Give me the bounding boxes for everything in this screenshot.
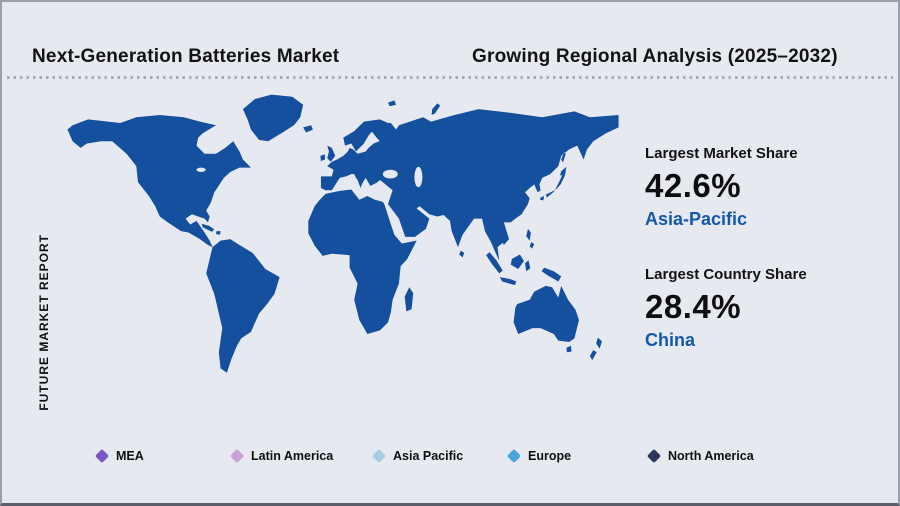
caspian-sea-cutout xyxy=(414,166,423,188)
legend-label: Europe xyxy=(528,449,572,463)
great-lakes-cutout xyxy=(196,167,206,172)
legend-label: Asia Pacific xyxy=(393,449,464,463)
diamond-marker-icon xyxy=(371,448,387,464)
legend-label: Latin America xyxy=(251,449,334,463)
page-title: Next-Generation Batteries Market xyxy=(32,46,340,67)
landmass-shape xyxy=(67,94,619,373)
stat-value: 42.6% xyxy=(645,167,742,204)
stat-largest-market-share: Largest Market Share 42.6% Asia-Pacific xyxy=(645,145,798,230)
black-sea-cutout xyxy=(382,169,398,179)
diamond-marker-icon xyxy=(506,448,522,464)
legend-label: MEA xyxy=(116,449,144,463)
legend-item-europe: Europe xyxy=(506,448,572,464)
stat-largest-country-share: Largest Country Share 28.4% China xyxy=(645,266,807,351)
stat-value: 28.4% xyxy=(645,288,742,325)
legend-item-mea: MEA xyxy=(94,448,144,464)
page-subtitle: Growing Regional Analysis (2025–2032) xyxy=(472,46,838,67)
world-map-svg xyxy=(67,94,619,373)
diamond-marker-icon xyxy=(229,448,245,464)
legend-label: North America xyxy=(668,449,754,463)
diamond-marker-icon xyxy=(94,448,110,464)
legend-item-asia-pacific: Asia Pacific xyxy=(371,448,464,464)
world-map xyxy=(60,88,622,380)
legend-item-latin-america: Latin America xyxy=(229,448,334,464)
infographic-root: Next-Generation Batteries Market Growing… xyxy=(0,0,900,506)
dotted-divider xyxy=(7,76,893,79)
stat-region: China xyxy=(645,330,696,350)
diamond-marker-icon xyxy=(646,448,662,464)
stat-label: Largest Market Share xyxy=(645,145,798,162)
stat-label: Largest Country Share xyxy=(645,266,807,283)
stat-region: Asia-Pacific xyxy=(645,209,748,229)
brand-watermark: FUTURE MARKET REPORT xyxy=(37,234,51,411)
legend-item-north-america: North America xyxy=(646,448,754,464)
